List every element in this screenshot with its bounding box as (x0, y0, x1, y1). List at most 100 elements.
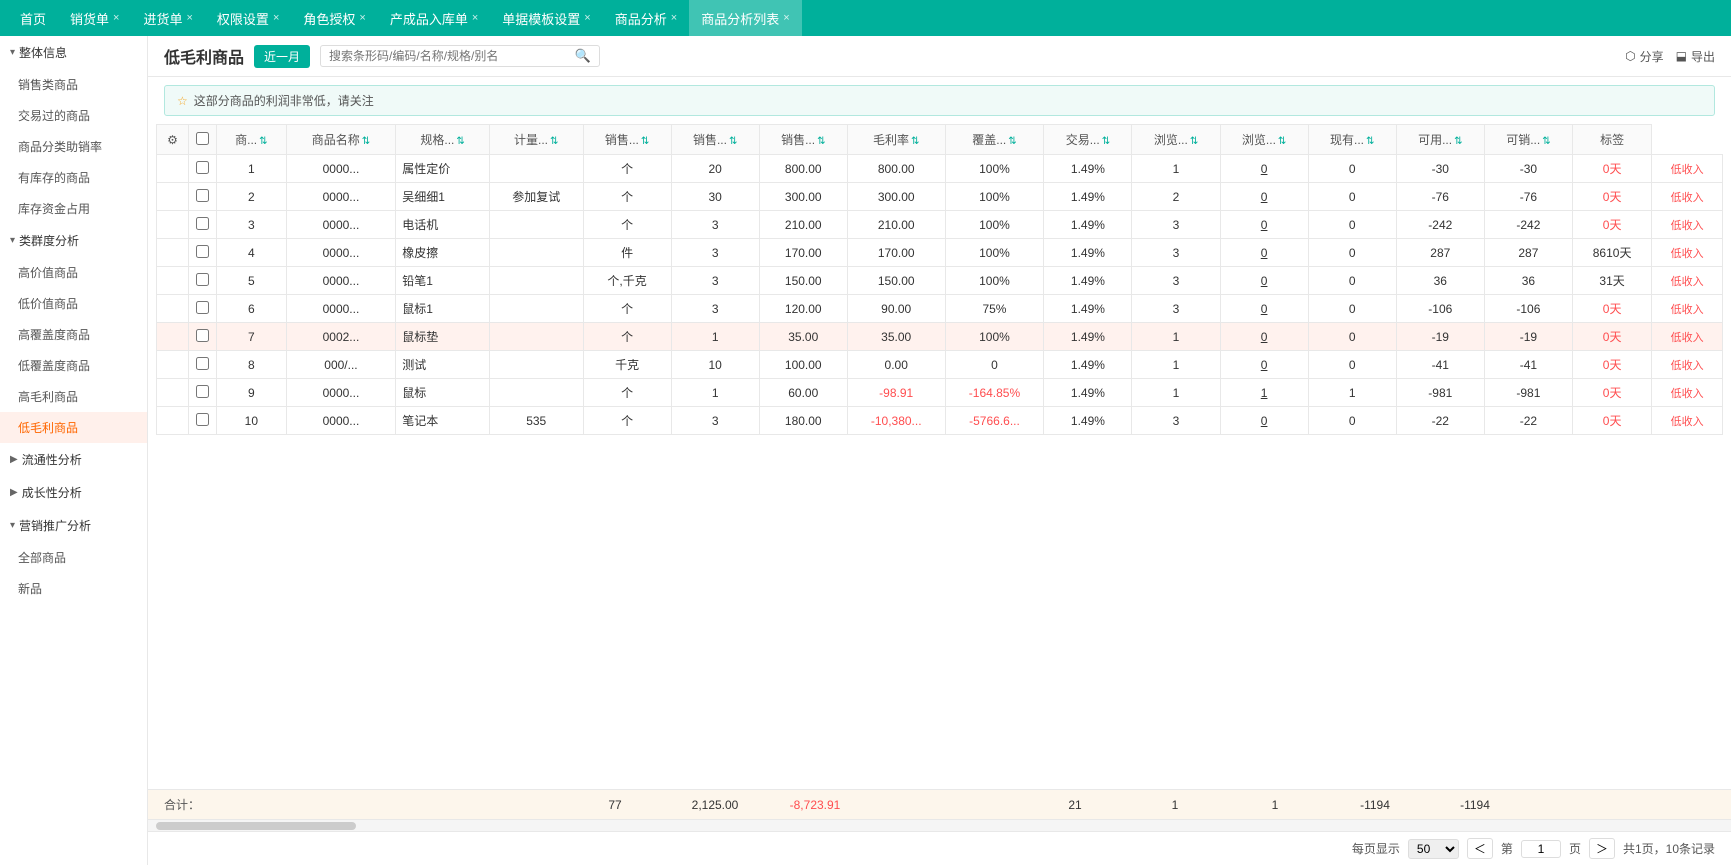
row-checkbox[interactable] (196, 301, 209, 314)
share-btn[interactable]: ⬡ 分享 (1625, 48, 1664, 65)
nav-goods-analysis[interactable]: 商品分析 × (603, 0, 689, 36)
row-checkbox[interactable] (196, 161, 209, 174)
search-input[interactable] (329, 49, 575, 63)
row-browse1[interactable]: 1 (1220, 379, 1308, 407)
sidebar-item-low-coverage[interactable]: 低覆盖度商品 (0, 350, 147, 381)
nav-permission-close[interactable]: × (273, 12, 279, 24)
sidebar-item-stocked-goods[interactable]: 有库存的商品 (0, 162, 147, 193)
sidebar: ▾ 整体信息 销售类商品 交易过的商品 商品分类助销率 有库存的商品 库存资金占… (0, 36, 148, 865)
row-checkbox[interactable] (196, 245, 209, 258)
row-current-stock: -30 (1396, 155, 1484, 183)
nav-role-close[interactable]: × (359, 12, 365, 24)
row-name[interactable]: 橡皮擦 (396, 239, 490, 267)
row-number: 7 (217, 323, 287, 351)
row-name[interactable]: 属性定价 (396, 155, 490, 183)
row-spec: 参加复试 (489, 183, 583, 211)
row-checkbox[interactable] (196, 329, 209, 342)
row-checkbox-cell (189, 267, 217, 295)
row-browse1[interactable]: 0 (1220, 155, 1308, 183)
sidebar-group-marketing[interactable]: ▾ 营销推广分析 (0, 509, 147, 542)
scroll-thumb[interactable] (156, 822, 356, 830)
row-code: 0000... (286, 183, 396, 211)
sidebar-item-high-value[interactable]: 高价值商品 (0, 257, 147, 288)
sidebar-item-sales-goods[interactable]: 销售类商品 (0, 69, 147, 100)
row-sales-qty: 30 (671, 183, 759, 211)
sidebar-group-cluster[interactable]: ▾ 类群度分析 (0, 224, 147, 257)
prev-page-btn[interactable]: ＜ (1467, 838, 1493, 859)
sidebar-item-low-profit[interactable]: 低毛利商品 (0, 412, 147, 443)
row-browse1[interactable]: 0 (1220, 323, 1308, 351)
sidebar-item-new-goods[interactable]: 新品 (0, 573, 147, 604)
sidebar-item-traded-goods[interactable]: 交易过的商品 (0, 100, 147, 131)
col-settings[interactable]: ⚙ (157, 125, 189, 155)
row-checkbox[interactable] (196, 413, 209, 426)
nav-permission[interactable]: 权限设置 × (205, 0, 291, 36)
nav-purchase-close[interactable]: × (186, 12, 192, 24)
row-browse1[interactable]: 0 (1220, 407, 1308, 435)
nav-sales[interactable]: 销货单 × (58, 0, 131, 36)
footer-sales-qty: 77 (575, 798, 655, 812)
sidebar-item-high-coverage[interactable]: 高覆盖度商品 (0, 319, 147, 350)
row-number: 6 (217, 295, 287, 323)
row-sales-qty: 1 (671, 323, 759, 351)
nav-role[interactable]: 角色授权 × (291, 0, 377, 36)
row-name[interactable]: 测试 (396, 351, 490, 379)
next-page-btn[interactable]: ＞ (1589, 838, 1615, 859)
row-trade-count: 3 (1132, 211, 1220, 239)
sidebar-item-all-goods[interactable]: 全部商品 (0, 542, 147, 573)
row-name[interactable]: 鼠标垫 (396, 323, 490, 351)
row-browse1[interactable]: 0 (1220, 183, 1308, 211)
nav-purchase[interactable]: 进货单 × (131, 0, 204, 36)
col-sales-profit: 销售...⇅ (759, 125, 847, 155)
row-checkbox[interactable] (196, 357, 209, 370)
row-name[interactable]: 鼠标 (396, 379, 490, 407)
row-checkbox[interactable] (196, 217, 209, 230)
row-unit: 个 (583, 183, 671, 211)
row-browse1[interactable]: 0 (1220, 295, 1308, 323)
current-page-input[interactable] (1521, 840, 1561, 858)
row-cover-rate: 1.49% (1044, 183, 1132, 211)
row-browse1[interactable]: 0 (1220, 267, 1308, 295)
filter-recent-month-btn[interactable]: 近一月 (254, 45, 310, 68)
search-icon[interactable]: 🔍 (575, 48, 591, 64)
row-code: 0000... (286, 155, 396, 183)
row-cover-rate: 1.49% (1044, 351, 1132, 379)
row-gross-rate: -164.85% (945, 379, 1044, 407)
row-name[interactable]: 吴细细1 (396, 183, 490, 211)
row-browse1[interactable]: 0 (1220, 211, 1308, 239)
sidebar-item-stock-capital[interactable]: 库存资金占用 (0, 193, 147, 224)
nav-template[interactable]: 单据模板设置 × (490, 0, 602, 36)
col-checkbox[interactable] (189, 125, 217, 155)
row-checkbox[interactable] (196, 189, 209, 202)
nav-goods-analysis-close[interactable]: × (671, 12, 677, 24)
row-gross-rate: 100% (945, 211, 1044, 239)
row-browse1[interactable]: 0 (1220, 351, 1308, 379)
select-all-checkbox[interactable] (196, 132, 209, 145)
sidebar-item-category-rate[interactable]: 商品分类助销率 (0, 131, 147, 162)
row-code: 0000... (286, 211, 396, 239)
row-browse1[interactable]: 0 (1220, 239, 1308, 267)
page-size-select[interactable]: 50 100 200 (1408, 839, 1459, 859)
row-checkbox[interactable] (196, 273, 209, 286)
export-btn[interactable]: ⬓ 导出 (1676, 48, 1715, 65)
row-name[interactable]: 笔记本 (396, 407, 490, 435)
sidebar-item-high-profit[interactable]: 高毛利商品 (0, 381, 147, 412)
row-sales-profit: 170.00 (847, 239, 945, 267)
sidebar-group-overall[interactable]: ▾ 整体信息 (0, 36, 147, 69)
nav-product-entry[interactable]: 产成品入库单 × (378, 0, 490, 36)
sidebar-item-low-value[interactable]: 低价值商品 (0, 288, 147, 319)
nav-goods-analysis-list[interactable]: 商品分析列表 × (689, 0, 801, 36)
nav-home[interactable]: 首页 (8, 0, 58, 36)
bottom-scrollbar[interactable] (148, 819, 1731, 831)
row-name[interactable]: 铅笔1 (396, 267, 490, 295)
nav-goods-analysis-list-close[interactable]: × (783, 12, 789, 24)
sidebar-group-growth[interactable]: ▶ 成长性分析 (0, 476, 147, 509)
row-name[interactable]: 电话机 (396, 211, 490, 239)
nav-product-entry-close[interactable]: × (472, 12, 478, 24)
nav-sales-close[interactable]: × (113, 12, 119, 24)
sidebar-group-circulation[interactable]: ▶ 流通性分析 (0, 443, 147, 476)
row-checkbox[interactable] (196, 385, 209, 398)
row-tag: 低收入 (1652, 323, 1723, 351)
row-name[interactable]: 鼠标1 (396, 295, 490, 323)
nav-template-close[interactable]: × (584, 12, 590, 24)
